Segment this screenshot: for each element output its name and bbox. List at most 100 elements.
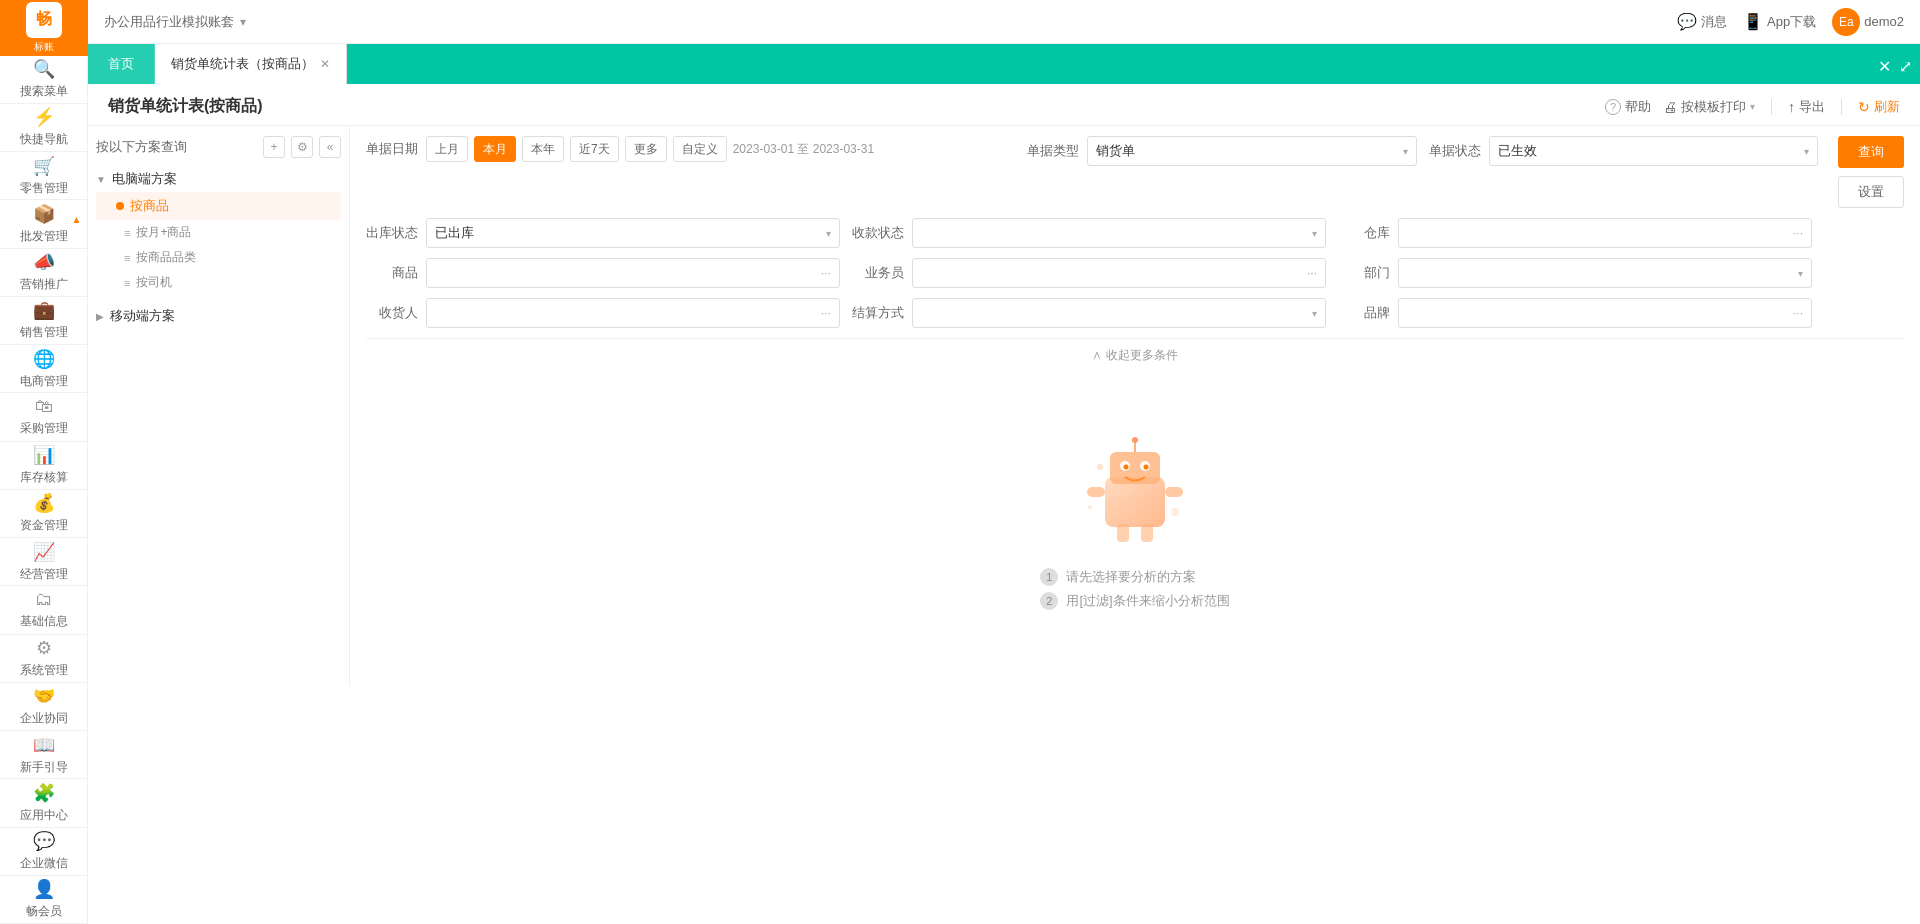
sidebar-item-ops[interactable]: 📈 经营管理	[0, 538, 88, 586]
tab-maximize-icon[interactable]: ⤢	[1899, 57, 1912, 76]
status-dropdown-arrow: ▾	[1804, 146, 1809, 157]
brand-more-icon[interactable]: ···	[1793, 306, 1803, 320]
scheme-item-by-category[interactable]: ≡ 按商品品类	[96, 245, 341, 270]
message-btn[interactable]: 💬 消息	[1677, 12, 1727, 31]
payment-method-label: 结算方式	[852, 304, 904, 322]
sidebar-item-purchase[interactable]: 🛍 采购管理	[0, 393, 88, 441]
refresh-icon: ↻	[1858, 99, 1870, 115]
svg-point-7	[1132, 437, 1138, 443]
filter-item-payment-status: 收款状态 ▾	[852, 218, 1326, 248]
sidebar-item-apps[interactable]: 🧩 应用中心	[0, 779, 88, 827]
mobile-group-label: 移动端方案	[110, 307, 175, 325]
wh-status-arrow: ▾	[826, 228, 831, 239]
inventory-icon: 📊	[33, 444, 55, 466]
svg-point-5	[1144, 465, 1149, 470]
payment-status-label: 收款状态	[852, 224, 904, 242]
scheme-item-by-machine[interactable]: ≡ 按司机	[96, 270, 341, 295]
export-icon: ↑	[1788, 99, 1795, 115]
status-select[interactable]: 已生效 ▾	[1489, 136, 1818, 166]
page-actions: ? 帮助 🖨 按模板打印 ▾ ↑ 导出 ↻ 刷新	[1605, 98, 1900, 116]
main-area: 办公用品行业模拟账套 ▾ 💬 消息 📱 App下载 Ea demo2 首页 销货…	[88, 0, 1920, 924]
date-btn-custom[interactable]: 自定义	[673, 136, 727, 162]
sidebar-item-wechat[interactable]: 💬 企业微信	[0, 828, 88, 876]
tab-report[interactable]: 销货单统计表（按商品） ✕	[155, 44, 347, 84]
product-input[interactable]: ···	[426, 258, 840, 288]
type-select[interactable]: 销货单 ▾	[1087, 136, 1416, 166]
tab-close-all-icon[interactable]: ✕	[1878, 57, 1891, 76]
scheme-mobile-header[interactable]: ▶ 移动端方案	[96, 303, 341, 329]
sidebar-item-label: 零售管理	[20, 180, 68, 197]
warehouse-status-select[interactable]: 已出库 ▾	[426, 218, 840, 248]
date-btn-last-month[interactable]: 上月	[426, 136, 468, 162]
payment-status-select[interactable]: ▾	[912, 218, 1326, 248]
user-name: demo2	[1864, 14, 1904, 29]
scheme-desktop-group: ▼ 电脑端方案 按商品 ≡ 按月+商品 ≡ 按商品品类	[96, 166, 341, 295]
warehouse-input[interactable]: ···	[1398, 218, 1812, 248]
dept-select[interactable]: ▾	[1398, 258, 1812, 288]
date-btn-this-year[interactable]: 本年	[522, 136, 564, 162]
print-dropdown-arrow[interactable]: ▾	[1750, 101, 1755, 112]
sidebar-item-member[interactable]: 👤 畅会员	[0, 876, 88, 924]
system-icon: ⚙	[36, 637, 52, 659]
scheme-item-by-product[interactable]: 按商品	[96, 192, 341, 220]
refresh-btn[interactable]: ↻ 刷新	[1858, 98, 1900, 116]
filter-row-2: 出库状态 已出库 ▾ 收款状态 ▾ 仓库	[366, 218, 1904, 248]
sidebar-item-enterprise[interactable]: 🤝 企业协同	[0, 683, 88, 731]
recipient-input[interactable]: ···	[426, 298, 840, 328]
settings-button[interactable]: 设置	[1838, 176, 1904, 208]
sidebar-item-label: 采购管理	[20, 420, 68, 437]
empty-state-icon	[1075, 432, 1195, 552]
date-btn-more[interactable]: 更多	[625, 136, 667, 162]
sidebar-item-system[interactable]: ⚙ 系统管理	[0, 635, 88, 683]
sidebar-item-search[interactable]: 🔍 搜索菜单	[0, 56, 88, 104]
scheme-settings-btn[interactable]: ⚙	[291, 136, 313, 158]
sidebar-item-sales[interactable]: 💼 销售管理	[0, 297, 88, 345]
date-btn-7days[interactable]: 近7天	[570, 136, 619, 162]
help-btn[interactable]: ? 帮助	[1605, 98, 1651, 116]
salesperson-input[interactable]: ···	[912, 258, 1326, 288]
brand-input[interactable]: ···	[1398, 298, 1812, 328]
sidebar-item-ecommerce[interactable]: 🌐 电商管理	[0, 345, 88, 393]
salesperson-more-icon[interactable]: ···	[1307, 266, 1317, 280]
scheme-collapse-btn[interactable]: «	[319, 136, 341, 158]
query-button[interactable]: 查询	[1838, 136, 1904, 168]
tab-close-btn[interactable]: ✕	[320, 57, 330, 71]
sub-item-icon: ≡	[124, 227, 130, 239]
scheme-item-by-month-product[interactable]: ≡ 按月+商品	[96, 220, 341, 245]
tab-home[interactable]: 首页	[88, 44, 155, 84]
active-bullet	[116, 202, 124, 210]
export-label: 导出	[1799, 98, 1825, 116]
collapse-more-btn[interactable]: ∧ 收起更多条件	[366, 338, 1904, 372]
sidebar-item-retail[interactable]: 🛒 零售管理	[0, 152, 88, 200]
sidebar-item-newbie[interactable]: 📖 新手引导	[0, 731, 88, 779]
sidebar-item-finance[interactable]: 💰 资金管理	[0, 490, 88, 538]
sidebar-item-marketing[interactable]: 📣 营销推广	[0, 249, 88, 297]
filter-item-product: 商品 ···	[366, 258, 840, 288]
warehouse-more-icon[interactable]: ···	[1793, 226, 1803, 240]
sidebar-item-quick-nav[interactable]: ⚡ 快捷导航	[0, 104, 88, 152]
scheme-desktop-header[interactable]: ▼ 电脑端方案	[96, 166, 341, 192]
help-icon: ?	[1605, 99, 1621, 115]
date-btn-this-month[interactable]: 本月	[474, 136, 516, 162]
user-menu[interactable]: Ea demo2	[1832, 8, 1904, 36]
payment-method-select[interactable]: ▾	[912, 298, 1326, 328]
recipient-more-icon[interactable]: ···	[821, 306, 831, 320]
filter-item-payment-method: 结算方式 ▾	[852, 298, 1326, 328]
app-download-label: App下载	[1767, 13, 1816, 31]
sidebar: 畅 标账 🔍 搜索菜单 ⚡ 快捷导航 🛒 零售管理 📦 批发管理 ▲ 📣 营销推…	[0, 0, 88, 924]
left-panel: 按以下方案查询 + ⚙ «	[88, 126, 350, 686]
sidebar-item-wholesale[interactable]: 📦 批发管理 ▲	[0, 200, 88, 248]
sidebar-item-inventory[interactable]: 📊 库存核算	[0, 442, 88, 490]
status-value: 已生效	[1498, 142, 1537, 160]
scheme-add-btn[interactable]: +	[263, 136, 285, 158]
export-btn[interactable]: ↑ 导出	[1788, 98, 1825, 116]
tip-num-2: 2	[1040, 592, 1058, 610]
svg-rect-8	[1087, 487, 1105, 497]
product-more-icon[interactable]: ···	[821, 266, 831, 280]
print-btn[interactable]: 🖨 按模板打印 ▾	[1663, 98, 1755, 116]
app-download-btn[interactable]: 📱 App下载	[1743, 12, 1816, 31]
sub-item-icon3: ≡	[124, 277, 130, 289]
scheme-mobile-group: ▶ 移动端方案	[96, 303, 341, 329]
logo[interactable]: 畅 标账	[0, 0, 88, 56]
sidebar-item-base[interactable]: 🗂 基础信息	[0, 586, 88, 634]
